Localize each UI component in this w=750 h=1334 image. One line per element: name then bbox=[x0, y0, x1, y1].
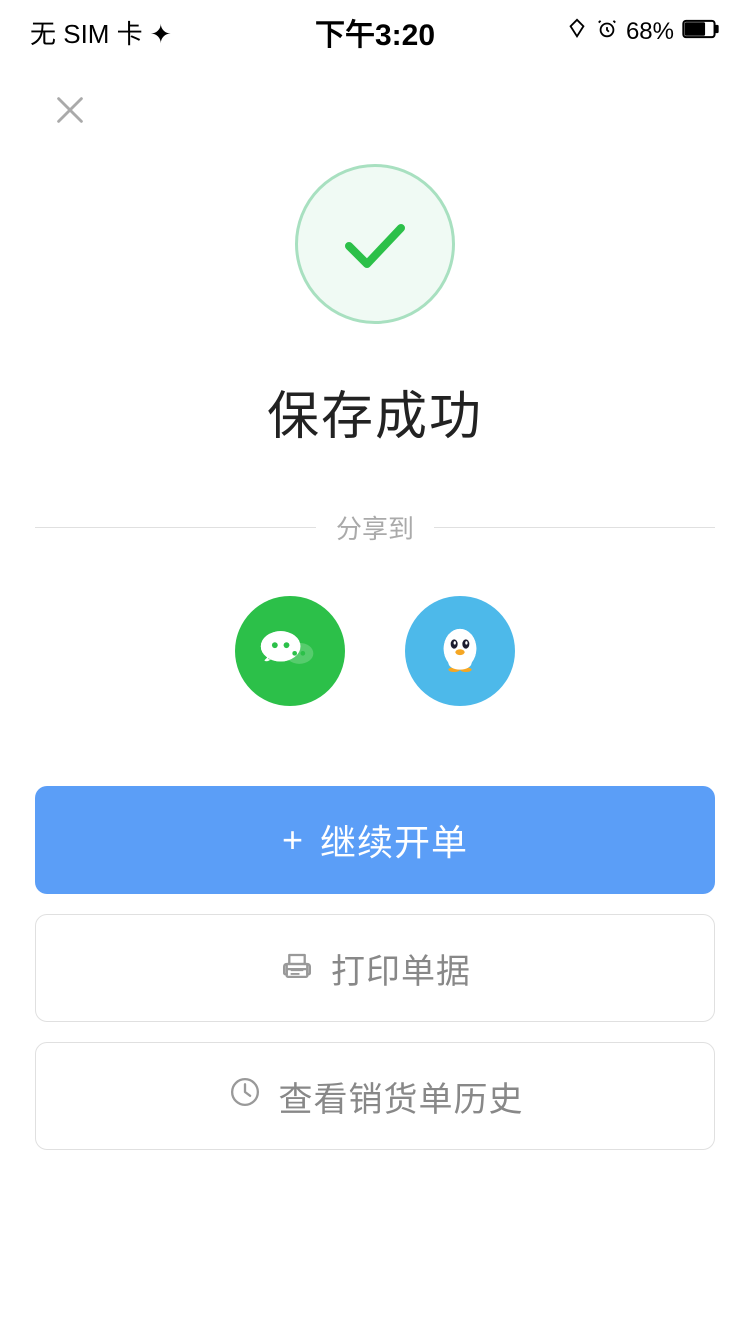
battery-icon bbox=[682, 18, 720, 47]
qq-share-button[interactable] bbox=[405, 596, 515, 706]
share-icons-row bbox=[235, 596, 515, 706]
status-left: 无 SIM 卡 ✦ bbox=[30, 14, 172, 51]
print-label: 打印单据 bbox=[331, 944, 471, 993]
share-label: 分享到 bbox=[336, 509, 414, 546]
success-icon-circle bbox=[295, 164, 455, 324]
location-icon bbox=[566, 18, 588, 47]
battery-text: 68% bbox=[626, 18, 674, 46]
qq-icon bbox=[425, 616, 495, 686]
history-label: 查看销货单历史 bbox=[279, 1072, 524, 1121]
continue-button[interactable]: + 继续开单 bbox=[35, 786, 715, 894]
clock-icon bbox=[227, 1074, 263, 1119]
status-time: 下午3:20 bbox=[315, 10, 435, 54]
printer-icon bbox=[279, 946, 315, 991]
plus-icon: + bbox=[282, 819, 304, 861]
status-bar: 无 SIM 卡 ✦ 下午3:20 68% bbox=[0, 0, 750, 64]
status-right: 68% bbox=[566, 18, 720, 47]
sim-text: 无 SIM 卡 ✦ bbox=[30, 14, 172, 51]
print-button[interactable]: 打印单据 bbox=[35, 914, 715, 1022]
main-content: 保存成功 分享到 bbox=[0, 64, 750, 1150]
success-title: 保存成功 bbox=[267, 374, 483, 449]
share-divider: 分享到 bbox=[35, 509, 715, 546]
divider-line-left bbox=[35, 527, 316, 528]
check-icon bbox=[335, 204, 415, 284]
wechat-share-button[interactable] bbox=[235, 596, 345, 706]
wechat-icon bbox=[255, 616, 325, 686]
action-buttons: + 继续开单 打印单据 bbox=[35, 786, 715, 1150]
continue-label: 继续开单 bbox=[320, 814, 468, 866]
divider-line-right bbox=[434, 527, 715, 528]
alarm-icon bbox=[596, 18, 618, 47]
history-button[interactable]: 查看销货单历史 bbox=[35, 1042, 715, 1150]
close-button[interactable] bbox=[40, 80, 100, 140]
